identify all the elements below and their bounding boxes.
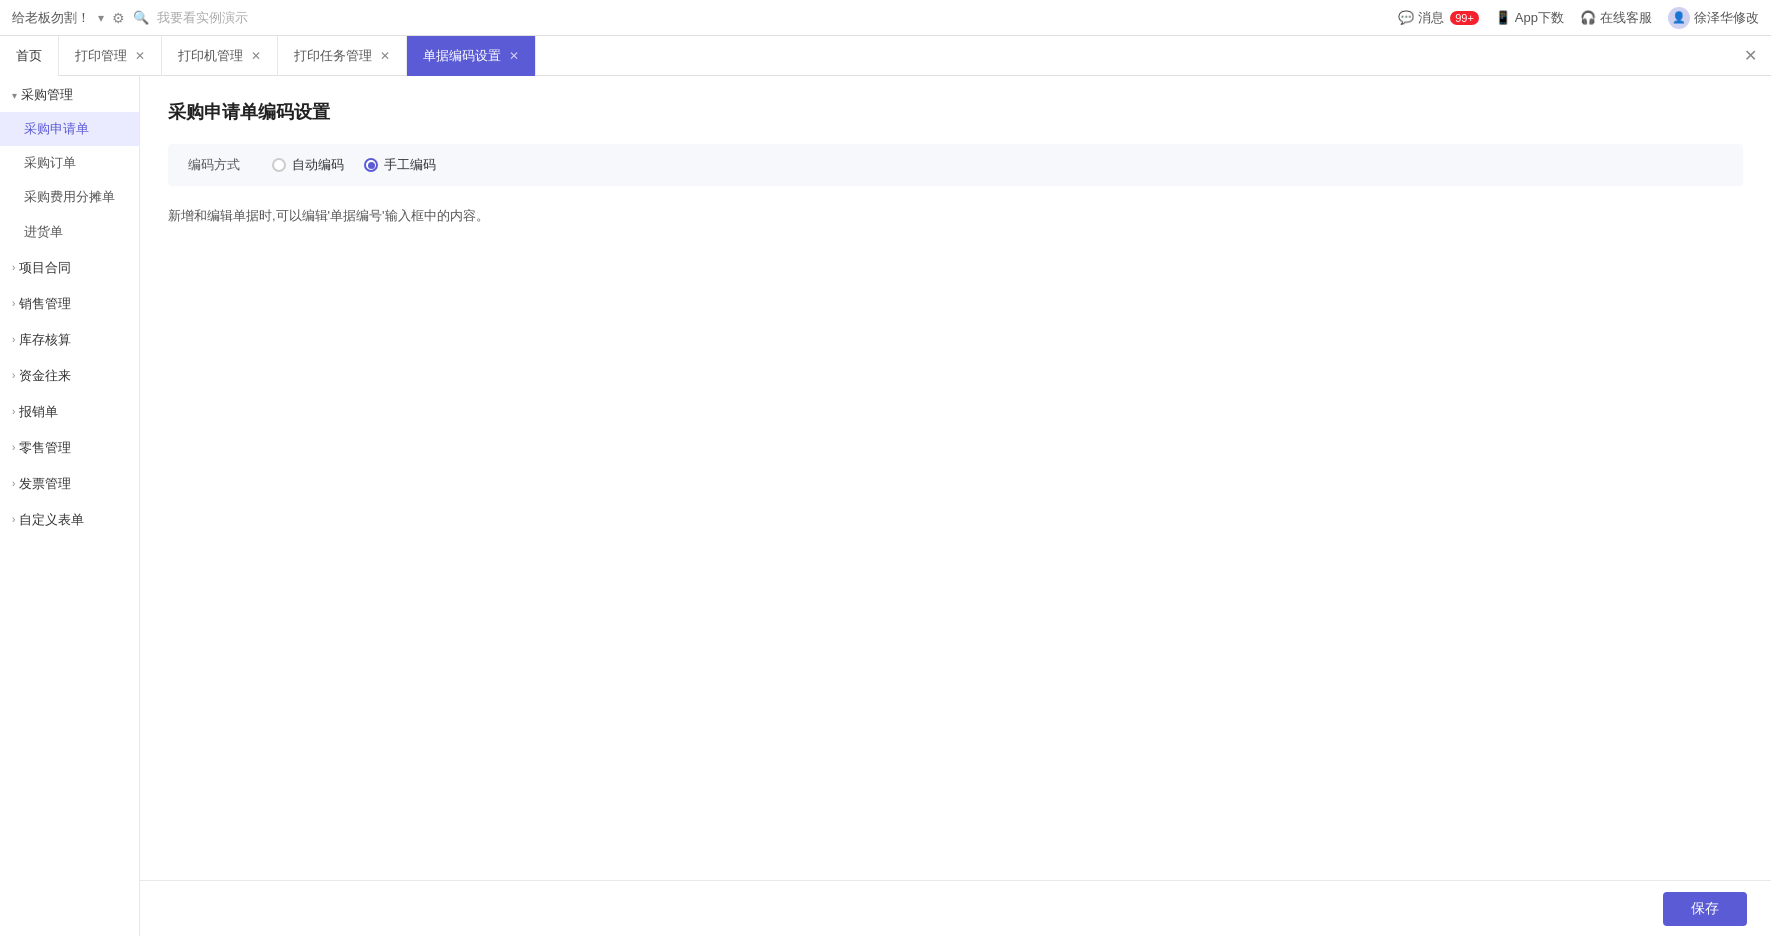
message-badge: 99+ [1450,11,1479,25]
collapse-arrow-icon-5: › [12,406,15,417]
radio-manual-circle [364,158,378,172]
app-download-button[interactable]: 📱 App下数 [1495,9,1564,27]
collapse-arrow-icon-4: › [12,370,15,381]
collapse-arrow-icon-6: › [12,442,15,453]
user-name: 徐泽华修改 [1694,9,1759,27]
radio-auto-circle [272,158,286,172]
tab-printer-manage-close[interactable]: ✕ [251,36,261,76]
collapse-arrow-icon-3: › [12,334,15,345]
avatar-icon: 👤 [1668,7,1690,29]
sidebar-group-sales-manage[interactable]: › 销售管理 [0,285,139,321]
encoding-section: 编码方式 自动编码 手工编码 [168,144,1743,186]
online-service-label: 在线客服 [1600,9,1652,27]
app-icon: 📱 [1495,10,1511,25]
sidebar-item-purchase-expense[interactable]: 采购费用分摊单 [0,180,139,214]
sidebar-item-stock-in-label: 进货单 [24,224,63,239]
search-text: 我要看实例演示 [157,9,248,27]
sidebar-item-purchase-request-label: 采购申请单 [24,121,89,136]
top-bar-left: 给老板勿割！ ▾ ⚙ 🔍 我要看实例演示 [12,9,248,27]
radio-manual-code[interactable]: 手工编码 [364,156,436,174]
sidebar-group-fund[interactable]: › 资金往来 [0,357,139,393]
sidebar-group-project-contract-label: 项目合同 [19,259,71,277]
top-bar: 给老板勿割！ ▾ ⚙ 🔍 我要看实例演示 💬 消息 99+ 📱 App下数 🎧 … [0,0,1771,36]
message-icon: 💬 [1398,10,1414,25]
content-inner: 采购申请单编码设置 编码方式 自动编码 手工编码 新增和编辑单据时,可以编辑'单… [140,76,1771,880]
tab-print-task-manage-close[interactable]: ✕ [380,36,390,76]
collapse-arrow-icon-2: › [12,298,15,309]
headset-icon: 🎧 [1580,10,1596,25]
top-bar-brand: 给老板勿割！ [12,9,90,27]
tab-print-manage[interactable]: 打印管理 ✕ [59,36,162,76]
encoding-label: 编码方式 [188,156,248,174]
content-area: 采购申请单编码设置 编码方式 自动编码 手工编码 新增和编辑单据时,可以编辑'单… [140,76,1771,936]
app-download-label: App下数 [1515,9,1564,27]
top-bar-right: 💬 消息 99+ 📱 App下数 🎧 在线客服 👤 徐泽华修改 [1398,7,1759,29]
main-layout: ▾ 采购管理 采购申请单 采购订单 采购费用分摊单 进货单 › 项目合同 › 销… [0,76,1771,936]
manual-code-label: 手工编码 [384,156,436,174]
tab-print-task-manage[interactable]: 打印任务管理 ✕ [278,36,407,76]
sidebar-group-inventory-label: 库存核算 [19,331,71,349]
tab-home-label: 首页 [16,36,42,76]
sidebar-group-purchase-label: 采购管理 [21,86,73,104]
sidebar-group-sales-manage-label: 销售管理 [19,295,71,313]
tab-single-code-setting-label: 单据编码设置 [423,36,501,76]
sidebar-group-custom-form[interactable]: › 自定义表单 [0,501,139,537]
search-icon: 🔍 [133,10,149,25]
sidebar-item-purchase-request[interactable]: 采购申请单 [0,112,139,146]
user-profile[interactable]: 👤 徐泽华修改 [1668,7,1759,29]
tab-bar: 首页 打印管理 ✕ 打印机管理 ✕ 打印任务管理 ✕ 单据编码设置 ✕ ✕ [0,36,1771,76]
tab-printer-manage[interactable]: 打印机管理 ✕ [162,36,278,76]
auto-code-label: 自动编码 [292,156,344,174]
global-close-button[interactable]: ✕ [1730,46,1771,65]
expand-arrow-icon: ▾ [12,90,17,101]
radio-auto-code[interactable]: 自动编码 [272,156,344,174]
tab-print-manage-label: 打印管理 [75,36,127,76]
collapse-arrow-icon-1: › [12,262,15,273]
sidebar-group-invoice-manage[interactable]: › 发票管理 [0,465,139,501]
tab-home[interactable]: 首页 [0,36,59,76]
radio-group: 自动编码 手工编码 [272,156,436,174]
online-service-button[interactable]: 🎧 在线客服 [1580,9,1652,27]
sidebar-group-retail-label: 零售管理 [19,439,71,457]
sidebar-group-custom-form-label: 自定义表单 [19,511,84,529]
sidebar-group-purchase-title[interactable]: ▾ 采购管理 [0,76,139,112]
sidebar-item-purchase-order[interactable]: 采购订单 [0,146,139,180]
sidebar-item-stock-in[interactable]: 进货单 [0,215,139,249]
sidebar-group-retail[interactable]: › 零售管理 [0,429,139,465]
message-button[interactable]: 💬 消息 99+ [1398,9,1479,27]
sidebar-group-project-contract[interactable]: › 项目合同 [0,249,139,285]
sidebar-group-invoice-manage-label: 发票管理 [19,475,71,493]
sidebar-group-returns-label: 报销单 [19,403,58,421]
page-title: 采购申请单编码设置 [168,100,1743,124]
sidebar: ▾ 采购管理 采购申请单 采购订单 采购费用分摊单 进货单 › 项目合同 › 销… [0,76,140,936]
tab-printer-manage-label: 打印机管理 [178,36,243,76]
save-button[interactable]: 保存 [1663,892,1747,926]
message-label: 消息 [1418,9,1444,27]
dropdown-icon[interactable]: ▾ [98,11,104,25]
sidebar-item-purchase-expense-label: 采购费用分摊单 [24,189,115,204]
settings-icon[interactable]: ⚙ [112,10,125,26]
sidebar-group-fund-label: 资金往来 [19,367,71,385]
tab-single-code-setting-close[interactable]: ✕ [509,36,519,76]
collapse-arrow-icon-7: › [12,478,15,489]
tab-print-task-manage-label: 打印任务管理 [294,36,372,76]
collapse-arrow-icon-8: › [12,514,15,525]
sidebar-group-returns[interactable]: › 报销单 [0,393,139,429]
tab-print-manage-close[interactable]: ✕ [135,36,145,76]
sidebar-group-inventory[interactable]: › 库存核算 [0,321,139,357]
bottom-bar: 保存 [140,880,1771,936]
sidebar-item-purchase-order-label: 采购订单 [24,155,76,170]
tab-single-code-setting[interactable]: 单据编码设置 ✕ [407,36,536,76]
description-text: 新增和编辑单据时,可以编辑'单据编号'输入框中的内容。 [168,206,1743,227]
sidebar-group-purchase: ▾ 采购管理 采购申请单 采购订单 采购费用分摊单 进货单 [0,76,139,249]
